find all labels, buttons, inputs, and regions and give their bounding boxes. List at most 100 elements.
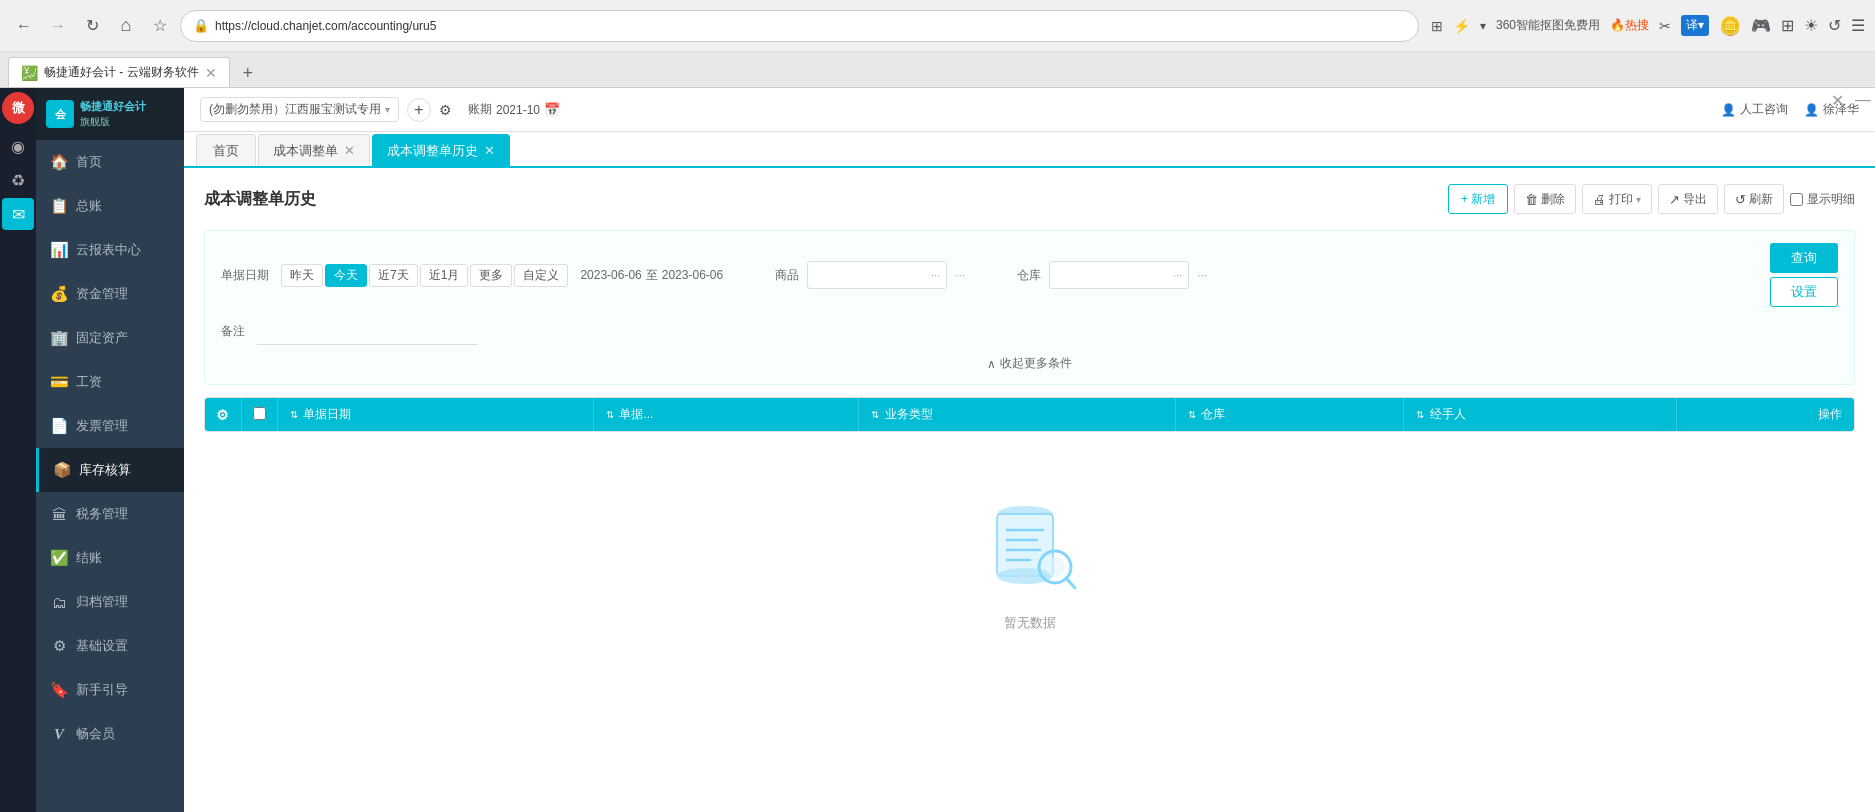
browser-tab-active[interactable]: 💹 畅捷通好会计 - 云端财务软件 ✕ (8, 57, 230, 87)
hot-search-icon[interactable]: 🔥热搜 (1610, 17, 1649, 34)
product-filter-label: 商品 (775, 267, 799, 284)
grid-icon[interactable]: ⊞ (1781, 16, 1794, 35)
sidebar-item-funds[interactable]: 💰 资金管理 (36, 272, 184, 316)
tab-cost-history[interactable]: 成本调整单历史 ✕ (372, 134, 510, 166)
display-toggle[interactable]: 显示明细 (1790, 191, 1855, 208)
panel-close-button[interactable]: ✕ (1825, 88, 1849, 112)
sidebar-item-archive[interactable]: 🗂 归档管理 (36, 580, 184, 624)
panel-minimize-button[interactable]: — (1851, 88, 1875, 112)
tab-cost-adjust-close-icon[interactable]: ✕ (344, 143, 355, 158)
lightning-icon[interactable]: ⚡ (1453, 18, 1470, 34)
filter-settings-button[interactable]: 设置 (1770, 277, 1838, 307)
home-browser-button[interactable]: ⌂ (112, 12, 140, 40)
product-select-wrap[interactable]: ··· (807, 261, 947, 289)
date-column-header[interactable]: ⇅ 单据日期 (277, 398, 593, 431)
page-body: 成本调整单历史 + 新增 🗑 删除 🖨 打印 ▾ ↗ 导出 (184, 168, 1875, 812)
scissors-icon[interactable]: ✂ (1659, 18, 1671, 34)
page-title: 成本调整单历史 (204, 189, 316, 210)
refresh-page-button[interactable]: ↺ 刷新 (1724, 184, 1784, 214)
export-button[interactable]: ↗ 导出 (1658, 184, 1718, 214)
add-account-button[interactable]: + (407, 98, 431, 122)
undo-icon[interactable]: ↺ (1828, 16, 1841, 35)
url-bar[interactable]: 🔒 https://cloud.chanjet.com/accounting/u… (180, 10, 1419, 42)
strip-icon-2[interactable]: ♻ (2, 164, 34, 196)
biz-type-column-header[interactable]: ⇅ 业务类型 (859, 398, 1175, 431)
weibo-icon[interactable]: 微 (2, 92, 34, 124)
date-btn-1month[interactable]: 近1月 (420, 264, 469, 287)
date-btn-custom[interactable]: 自定义 (514, 264, 568, 287)
service-label: 人工咨询 (1740, 101, 1788, 118)
sidebar-item-tax[interactable]: 🏛 税务管理 (36, 492, 184, 536)
sidebar-label-inventory: 库存核算 (79, 461, 131, 479)
sidebar-item-salary[interactable]: 💳 工资 (36, 360, 184, 404)
tab-cost-history-label: 成本调整单历史 (387, 142, 478, 160)
sidebar-label-settings: 基础设置 (76, 637, 128, 655)
forward-button[interactable]: → (44, 12, 72, 40)
collapse-btn[interactable]: ∧ 收起更多条件 (221, 355, 1838, 372)
remark-filter-input[interactable] (257, 317, 477, 345)
translate-icon[interactable]: 译▾ (1681, 15, 1709, 36)
warehouse-select-wrap[interactable]: ··· (1049, 261, 1189, 289)
handler-column-header[interactable]: ⇅ 经手人 (1404, 398, 1677, 431)
new-record-button[interactable]: + 新增 (1448, 184, 1508, 214)
sidebar-item-home[interactable]: 🏠 首页 (36, 140, 184, 184)
back-button[interactable]: ← (10, 12, 38, 40)
sidebar-item-member[interactable]: V 畅会员 (36, 712, 184, 756)
doc-num-column-header[interactable]: ⇅ 单据... (593, 398, 858, 431)
print-dropdown-icon: ▾ (1636, 194, 1641, 205)
strip-icon-3[interactable]: ✉ (2, 198, 34, 230)
sidebar-item-inventory[interactable]: 📦 库存核算 (36, 448, 184, 492)
warehouse-more-icon: ··· (1173, 269, 1182, 281)
empty-illustration (975, 492, 1085, 602)
search-360-btn[interactable]: 360智能抠图免费用 (1496, 17, 1600, 34)
date-range-display: 2023-06-06 至 2023-06-06 (580, 267, 723, 284)
settings-top-icon[interactable]: ⚙ (439, 102, 452, 118)
sidebar-label-reports: 云报表中心 (76, 241, 141, 259)
funds-sidebar-icon: 💰 (50, 285, 68, 303)
menu-icon[interactable]: ☰ (1851, 16, 1865, 35)
sidebar-item-ledger[interactable]: 📋 总账 (36, 184, 184, 228)
query-button[interactable]: 查询 (1770, 243, 1838, 273)
tab-home[interactable]: 首页 (196, 134, 256, 166)
sidebar-item-invoice[interactable]: 📄 发票管理 (36, 404, 184, 448)
apps-icon[interactable]: ⊞ (1431, 18, 1443, 34)
sidebar-item-settings[interactable]: ⚙ 基础设置 (36, 624, 184, 668)
new-tab-button[interactable]: + (234, 59, 262, 87)
sidebar-item-assets[interactable]: 🏢 固定资产 (36, 316, 184, 360)
dropdown-arrow-icon[interactable]: ▾ (1480, 19, 1486, 33)
warehouse-column-header[interactable]: ⇅ 仓库 (1175, 398, 1404, 431)
date-btn-today[interactable]: 今天 (325, 264, 367, 287)
tab-cost-history-close-icon[interactable]: ✕ (484, 143, 495, 158)
date-btn-7days[interactable]: 近7天 (369, 264, 418, 287)
icon-strip: 微 ◉ ♻ ✉ (0, 88, 36, 812)
select-all-checkbox[interactable] (253, 407, 266, 420)
date-btn-more[interactable]: 更多 (470, 264, 512, 287)
calendar-icon[interactable]: 📅 (544, 102, 560, 117)
coin-icon[interactable]: 🪙 (1719, 15, 1741, 37)
customer-service-btn[interactable]: 👤 人工咨询 (1721, 101, 1788, 118)
display-toggle-checkbox[interactable] (1790, 193, 1803, 206)
invoice-sidebar-icon: 📄 (50, 417, 68, 435)
guide-sidebar-icon: 🔖 (50, 681, 68, 699)
date-btn-yesterday[interactable]: 昨天 (281, 264, 323, 287)
refresh-browser-button[interactable]: ↻ (78, 12, 106, 40)
gamepad-icon[interactable]: 🎮 (1751, 16, 1771, 35)
sidebar-item-guide[interactable]: 🔖 新手引导 (36, 668, 184, 712)
print-button[interactable]: 🖨 打印 ▾ (1582, 184, 1652, 214)
star-browser-button[interactable]: ☆ (146, 12, 174, 40)
tab-cost-adjust[interactable]: 成本调整单 ✕ (258, 134, 370, 166)
sun-icon[interactable]: ☀ (1804, 16, 1818, 35)
logo-sub-text: 旗舰版 (80, 115, 146, 129)
sidebar-item-close[interactable]: ✅ 结账 (36, 536, 184, 580)
account-selector[interactable]: (勿删勿禁用）江西服宝测试专用 ▾ (200, 97, 399, 122)
checkbox-column-header[interactable] (241, 398, 277, 431)
sidebar-item-reports[interactable]: 📊 云报表中心 (36, 228, 184, 272)
delete-button[interactable]: 🗑 删除 (1514, 184, 1576, 214)
column-settings-icon[interactable]: ⚙ (216, 407, 229, 423)
print-icon: 🖨 (1593, 192, 1606, 207)
tab-close-icon[interactable]: ✕ (205, 65, 217, 81)
home-sidebar-icon: 🏠 (50, 153, 68, 171)
settings-column-header[interactable]: ⚙ (205, 398, 241, 431)
svg-point-2 (997, 568, 1053, 584)
strip-icon-1[interactable]: ◉ (2, 130, 34, 162)
